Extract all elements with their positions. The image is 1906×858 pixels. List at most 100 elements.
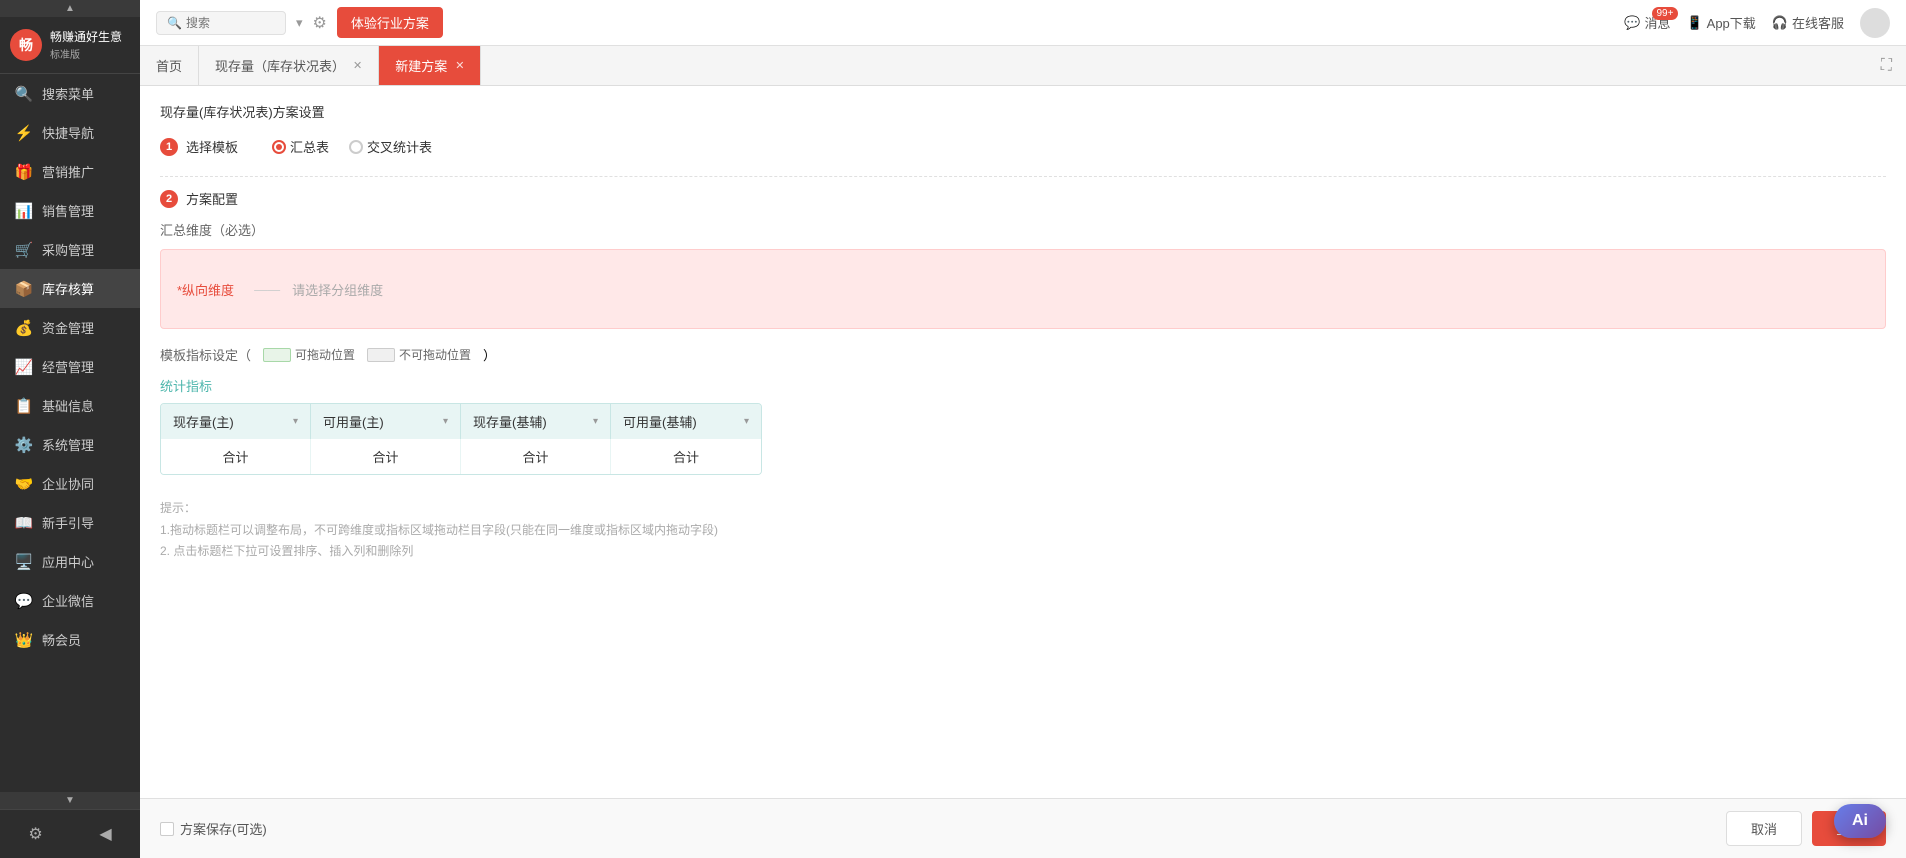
search-chevron-icon[interactable]: ▾ xyxy=(296,15,303,31)
content-area: 现存量(库存状况表)方案设置 1 选择模板 汇总表 交叉统计表 xyxy=(140,86,1906,798)
sidebar-item-label: 企业协同 xyxy=(42,474,94,493)
sidebar-item-label: 企业微信 xyxy=(42,591,94,610)
col3-chevron-icon[interactable]: ▾ xyxy=(593,416,598,427)
collapse-icon[interactable]: ◀ xyxy=(93,818,117,850)
finance-icon: 💰 xyxy=(14,319,34,337)
sidebar-item-label: 系统管理 xyxy=(42,435,94,454)
col2-chevron-icon[interactable]: ▾ xyxy=(443,416,448,427)
service-label: 在线客服 xyxy=(1792,13,1844,32)
dimension-area[interactable]: *纵向维度 —— 请选择分组维度 xyxy=(160,249,1886,329)
tab-expand-icon[interactable]: ⛶ xyxy=(1867,49,1906,83)
save-scheme-label: 方案保存(可选) xyxy=(180,819,267,838)
tab-home[interactable]: 首页 xyxy=(140,46,199,85)
stat-table-header: 现存量(主) ▾ 可用量(主) ▾ 现存量(基辅) ▾ xyxy=(161,404,761,439)
sidebar-scroll-down[interactable]: ▼ xyxy=(0,792,140,809)
sidebar-item-system[interactable]: ⚙️ 系统管理 xyxy=(0,425,140,464)
required-mark: *纵向维度 xyxy=(177,280,234,299)
tab-new-scheme-close-icon[interactable]: ✕ xyxy=(455,59,464,72)
sidebar-item-app-center[interactable]: 🖥️ 应用中心 xyxy=(0,542,140,581)
sidebar-item-label: 采购管理 xyxy=(42,240,94,259)
sidebar-item-cooperation[interactable]: 🤝 企业协同 xyxy=(0,464,140,503)
indicator-settings: 模板指标设定（ 可拖动位置 不可拖动位置 ） xyxy=(160,345,1886,364)
stat-col-1[interactable]: 现存量(主) ▾ xyxy=(161,404,311,439)
section1-num: 1 xyxy=(160,138,178,156)
search-box[interactable]: 🔍 xyxy=(156,11,286,35)
col4-chevron-icon[interactable]: ▾ xyxy=(744,416,749,427)
guide-icon: 📖 xyxy=(14,514,34,532)
app-name: 畅赚通好生意 xyxy=(50,29,122,46)
sidebar-item-inventory[interactable]: 📦 库存核算 xyxy=(0,269,140,308)
non-draggable-box xyxy=(367,348,395,362)
tab-inventory-status[interactable]: 现存量（库存状况表） ✕ xyxy=(199,46,379,85)
message-badge: 99+ xyxy=(1652,7,1679,20)
summary-dim-label: 汇总维度（必选） xyxy=(160,220,1886,239)
sidebar-item-wechat[interactable]: 💬 企业微信 xyxy=(0,581,140,620)
online-service-button[interactable]: 🎧 在线客服 xyxy=(1772,13,1844,32)
app-download-button[interactable]: 📱 App下载 xyxy=(1686,13,1755,32)
user-avatar[interactable] xyxy=(1860,8,1890,38)
tab-inventory-label: 现存量（库存状况表） xyxy=(215,56,345,75)
ai-fab-label: Ai xyxy=(1852,812,1868,830)
section-template: 1 选择模板 汇总表 交叉统计表 xyxy=(160,137,1886,156)
radio-summary[interactable]: 汇总表 xyxy=(272,137,329,156)
purchase-icon: 🛒 xyxy=(14,241,34,259)
indicator-label: 模板指标设定（ xyxy=(160,345,251,364)
sidebar-item-sales[interactable]: 📊 销售管理 xyxy=(0,191,140,230)
radio-summary-btn[interactable] xyxy=(272,140,286,154)
scheme-save-checkbox[interactable]: 方案保存(可选) xyxy=(160,819,267,838)
tips-section: 提示： 1.拖动标题栏可以调整布局，不可跨维度或指标区域拖动栏目字段(只能在同一… xyxy=(160,498,1886,563)
ai-fab-button[interactable]: Ai xyxy=(1834,804,1886,838)
stat-col-3[interactable]: 现存量(基辅) ▾ xyxy=(461,404,611,439)
settings-icon[interactable]: ⚙ xyxy=(22,818,48,850)
sidebar-item-guide[interactable]: 📖 新手引导 xyxy=(0,503,140,542)
sidebar-item-search-menu[interactable]: 🔍 搜索菜单 xyxy=(0,74,140,113)
tab-new-scheme[interactable]: 新建方案 ✕ xyxy=(379,46,481,85)
sidebar-item-finance[interactable]: 💰 资金管理 xyxy=(0,308,140,347)
section-config: 2 方案配置 汇总维度（必选） *纵向维度 —— 请选择分组维度 模板指标设定（ xyxy=(160,189,1886,563)
sidebar-item-quick-nav[interactable]: ⚡ 快捷导航 xyxy=(0,113,140,152)
wechat-icon: 💬 xyxy=(14,592,34,610)
sidebar-item-operations[interactable]: 📈 经营管理 xyxy=(0,347,140,386)
service-icon: 🎧 xyxy=(1772,15,1788,31)
stat-cell-4: 合计 xyxy=(611,439,761,474)
sidebar-item-member[interactable]: 👑 畅会员 xyxy=(0,620,140,659)
stat-col-4[interactable]: 可用量(基辅) ▾ xyxy=(611,404,761,439)
sidebar-nav: 🔍 搜索菜单 ⚡ 快捷导航 🎁 营销推广 📊 销售管理 🛒 采购管理 📦 库存核… xyxy=(0,74,140,792)
radio-cross[interactable]: 交叉统计表 xyxy=(349,137,432,156)
col2-label: 可用量(主) xyxy=(323,412,384,431)
message-button[interactable]: 💬 消息 99+ xyxy=(1624,13,1670,32)
col1-label: 现存量(主) xyxy=(173,412,234,431)
sidebar-item-purchase[interactable]: 🛒 采购管理 xyxy=(0,230,140,269)
stat-col-2[interactable]: 可用量(主) ▾ xyxy=(311,404,461,439)
radio-cross-btn[interactable] xyxy=(349,140,363,154)
gear-icon[interactable]: ⚙ xyxy=(313,13,327,33)
trial-button[interactable]: 体验行业方案 xyxy=(337,7,443,38)
cooperation-icon: 🤝 xyxy=(14,475,34,493)
stat-table-body: 合计 合计 合计 合计 xyxy=(161,439,761,474)
stat-table: 现存量(主) ▾ 可用量(主) ▾ 现存量(基辅) ▾ xyxy=(160,403,762,475)
app-icon: 📱 xyxy=(1686,15,1702,31)
cancel-button[interactable]: 取消 xyxy=(1726,811,1802,846)
search-input[interactable] xyxy=(186,16,276,30)
app-logo-icon: 畅 xyxy=(10,29,42,61)
section-divider xyxy=(160,176,1886,177)
non-draggable-label: 不可拖动位置 xyxy=(399,346,471,363)
non-draggable-badge: 不可拖动位置 xyxy=(367,346,471,363)
app-label: App下载 xyxy=(1707,13,1756,32)
col1-chevron-icon[interactable]: ▾ xyxy=(293,416,298,427)
member-icon: 👑 xyxy=(14,631,34,649)
draggable-label: 可拖动位置 xyxy=(295,346,355,363)
sidebar-item-basic-info[interactable]: 📋 基础信息 xyxy=(0,386,140,425)
sidebar-scroll-up[interactable]: ▲ xyxy=(0,0,140,17)
operations-icon: 📈 xyxy=(14,358,34,376)
system-icon: ⚙️ xyxy=(14,436,34,454)
app-name-block: 畅赚通好生意 标准版 xyxy=(50,29,122,61)
stat-section: 统计指标 现存量(主) ▾ 可用量(主) ▾ xyxy=(160,376,1886,478)
search-menu-icon: 🔍 xyxy=(14,85,34,103)
tabbar: 首页 现存量（库存状况表） ✕ 新建方案 ✕ ⛶ xyxy=(140,46,1906,86)
save-checkbox-box[interactable] xyxy=(160,822,174,836)
sidebar-item-label: 资金管理 xyxy=(42,318,94,337)
sidebar-item-marketing[interactable]: 🎁 营销推广 xyxy=(0,152,140,191)
tab-inventory-close-icon[interactable]: ✕ xyxy=(353,59,362,72)
main-area: 🔍 ▾ ⚙ 体验行业方案 💬 消息 99+ 📱 App下载 🎧 在线客服 xyxy=(140,0,1906,858)
